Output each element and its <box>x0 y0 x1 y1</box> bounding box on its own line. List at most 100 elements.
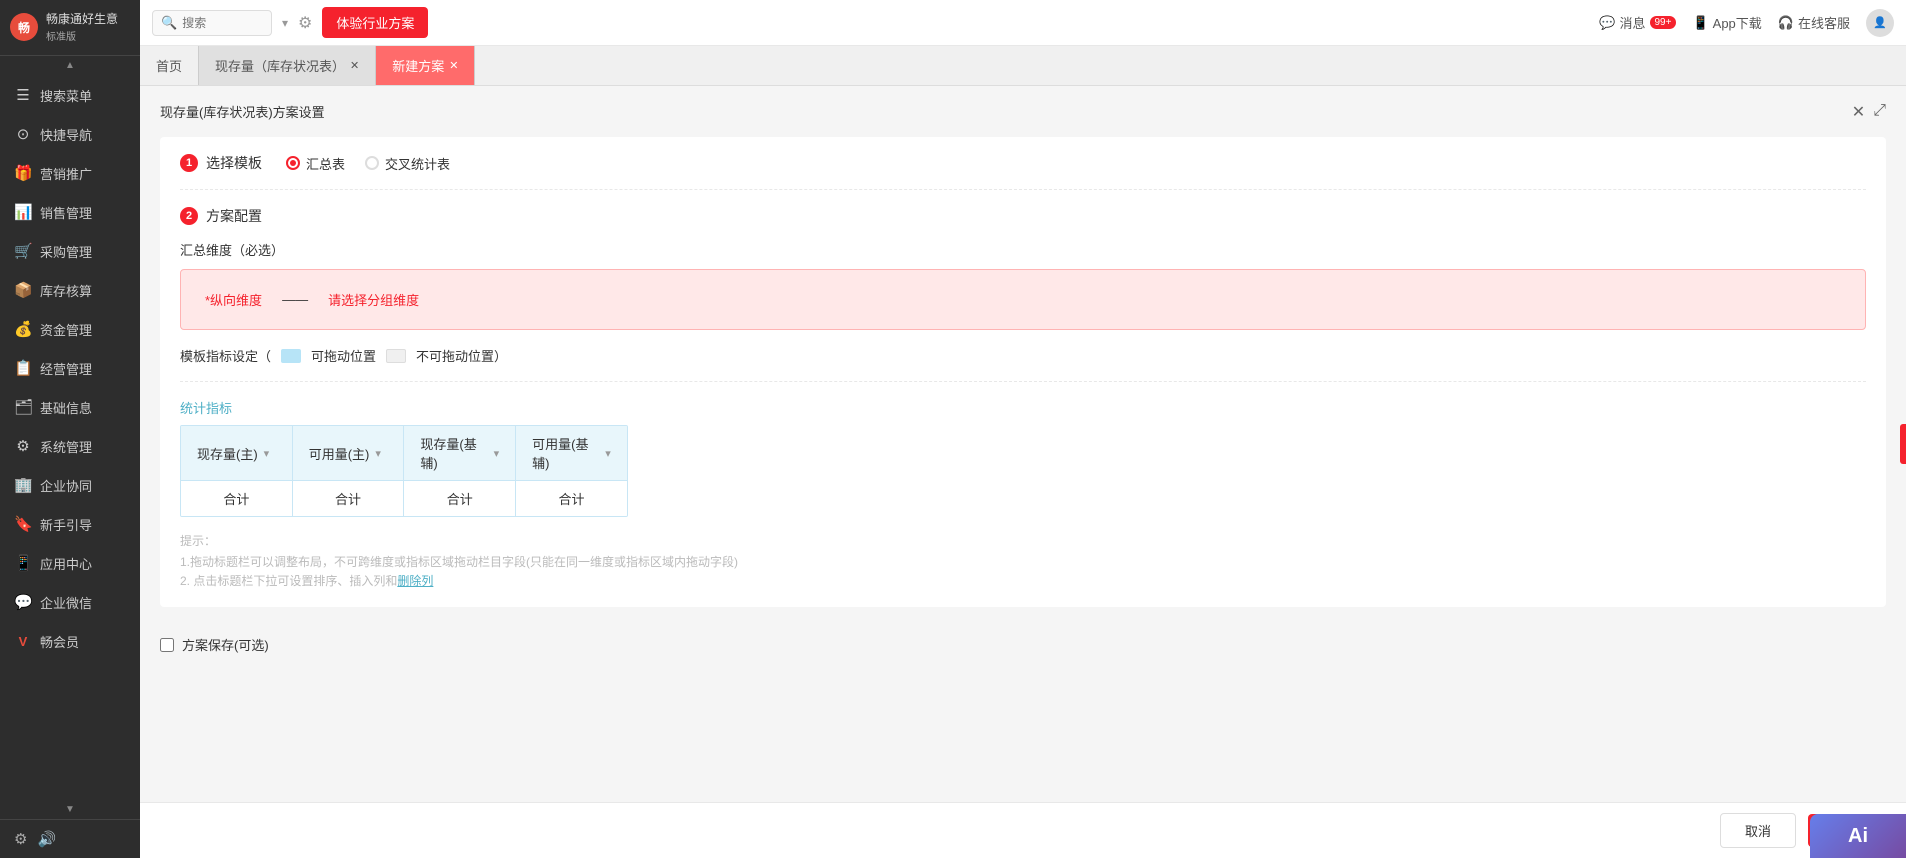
step2-num: 2 <box>180 207 198 225</box>
sidebar-item-wechat[interactable]: 💬 企业微信 <box>0 583 140 622</box>
topbar-right: 💬 消息 99+ 📱 App下载 🎧 在线客服 👤 <box>1599 9 1894 37</box>
col4-chevron-icon[interactable]: ▾ <box>605 447 611 460</box>
draggable-indicator-box <box>281 349 301 363</box>
sidebar-item-purchase[interactable]: 🛒 采购管理 <box>0 232 140 271</box>
apps-icon: 📱 <box>14 554 32 572</box>
stats-col-2[interactable]: 可用量(主) ▾ <box>293 426 405 480</box>
step1-num: 1 <box>180 154 198 172</box>
footer: 取消 查询 <box>140 802 1906 858</box>
step1-header: 1 选择模板 汇总表 交叉统计表 <box>180 153 1866 173</box>
sidebar-item-label: 企业微信 <box>40 593 92 612</box>
sound-icon[interactable]: 🔊 <box>37 830 56 848</box>
sidebar-item-label: 快捷导航 <box>40 125 92 144</box>
sidebar-item-member[interactable]: V 畅会员 <box>0 622 140 661</box>
content-area: ✕ ⤢ 现存量(库存状况表)方案设置 1 选择模板 汇总表 交叉统计表 <box>140 86 1906 802</box>
save-checkbox[interactable] <box>160 638 174 652</box>
step2-header: 2 方案配置 <box>180 206 1866 226</box>
sidebar-scroll-down[interactable]: ▼ <box>0 799 140 819</box>
sidebar-item-quick-nav[interactable]: ⊙ 快捷导航 <box>0 115 140 154</box>
stats-header-row: 现存量(主) ▾ 可用量(主) ▾ 现存量(基辅) ▾ 可用量(基辅) ▾ <box>181 426 627 481</box>
stats-col-4[interactable]: 可用量(基辅) ▾ <box>516 426 627 480</box>
step1-title: 选择模板 <box>206 153 262 173</box>
user-avatar[interactable]: 👤 <box>1866 9 1894 37</box>
search-chevron-icon: ▾ <box>282 16 288 30</box>
tip-item-1: 1.拖动标题栏可以调整布局，不可跨维度或指标区域拖动栏目字段(只能在同一维度或指… <box>180 553 1866 572</box>
sidebar-item-marketing[interactable]: 🎁 营销推广 <box>0 154 140 193</box>
draggable-label: 可拖动位置 <box>311 346 376 365</box>
sidebar-item-label: 搜索菜单 <box>40 86 92 105</box>
sidebar-item-label: 资金管理 <box>40 320 92 339</box>
close-window-icon[interactable]: ✕ <box>1852 102 1865 122</box>
search-input[interactable] <box>182 16 262 30</box>
window-controls: ✕ ⤢ <box>1852 102 1886 122</box>
stats-col-3-label: 现存量(基辅) <box>420 434 487 472</box>
stats-col-2-label: 可用量(主) <box>309 444 370 463</box>
quick-nav-icon: ⊙ <box>14 125 32 143</box>
stats-col-3[interactable]: 现存量(基辅) ▾ <box>404 426 516 480</box>
radio-summary-label: 汇总表 <box>306 154 345 173</box>
template-indicators-prefix: 模板指标设定（ <box>180 346 271 365</box>
fixed-label: 不可拖动位置） <box>416 346 507 365</box>
ai-fab-button[interactable]: Ai <box>1810 814 1906 858</box>
search-box[interactable]: 🔍 <box>152 10 272 36</box>
sidebar-item-label: 库存核算 <box>40 281 92 300</box>
tab-home-label: 首页 <box>156 56 182 75</box>
sidebar-item-enterprise[interactable]: 🏢 企业协同 <box>0 466 140 505</box>
app-logo-text: 畅康通好生意 标准版 <box>46 12 118 43</box>
wechat-icon: 💬 <box>14 593 32 611</box>
col2-chevron-icon[interactable]: ▾ <box>375 447 381 460</box>
sidebar-scroll-up[interactable]: ▲ <box>0 56 140 76</box>
tab-inventory-status-close[interactable]: ✕ <box>350 59 359 72</box>
tip-item-2: 2. 点击标题栏下拉可设置排序、插入列和删除列 <box>180 572 1866 591</box>
sidebar-bottom: ⚙ 🔊 <box>0 819 140 858</box>
tab-new-plan[interactable]: 新建方案 ✕ <box>376 46 475 85</box>
expand-window-icon[interactable]: ⤢ <box>1873 102 1886 122</box>
message-badge: 99+ <box>1650 16 1677 29</box>
sidebar-item-finance[interactable]: 💰 资金管理 <box>0 310 140 349</box>
tab-inventory-status[interactable]: 现存量（库存状况表） ✕ <box>199 46 376 85</box>
radio-cross[interactable]: 交叉统计表 <box>365 154 450 173</box>
sidebar-item-search-menu[interactable]: ☰ 搜索菜单 <box>0 76 140 115</box>
operations-icon: 📋 <box>14 359 32 377</box>
industry-solution-button[interactable]: 体验行业方案 <box>322 7 428 38</box>
step2-title: 方案配置 <box>206 206 262 226</box>
fixed-indicator-box <box>386 349 406 363</box>
radio-summary-circle <box>286 156 300 170</box>
stats-section-label: 统计指标 <box>180 398 1866 417</box>
messages-button[interactable]: 💬 消息 99+ <box>1599 13 1676 32</box>
sidebar-nav: ☰ 搜索菜单 ⊙ 快捷导航 🎁 营销推广 📊 销售管理 🛒 采购管理 📦 库存核… <box>0 76 140 799</box>
inventory-icon: 📦 <box>14 281 32 299</box>
sidebar-item-inventory[interactable]: 📦 库存核算 <box>0 271 140 310</box>
sidebar-item-apps[interactable]: 📱 应用中心 <box>0 544 140 583</box>
dimension-area[interactable]: *纵向维度 —— 请选择分组维度 <box>180 269 1866 330</box>
tab-home[interactable]: 首页 <box>140 46 199 85</box>
app-download-icon: 📱 <box>1692 15 1708 31</box>
stats-data-4: 合计 <box>516 481 627 516</box>
template-indicators: 模板指标设定（ 可拖动位置 不可拖动位置） <box>180 346 1866 365</box>
radio-cross-label: 交叉统计表 <box>385 154 450 173</box>
sidebar-item-sales[interactable]: 📊 销售管理 <box>0 193 140 232</box>
sidebar-item-label: 经营管理 <box>40 359 92 378</box>
settings-icon[interactable]: ⚙ <box>14 830 27 848</box>
save-option-label: 方案保存(可选) <box>182 635 269 654</box>
col3-chevron-icon[interactable]: ▾ <box>494 447 500 460</box>
enterprise-icon: 🏢 <box>14 476 32 494</box>
topbar-gear-icon[interactable]: ⚙ <box>298 13 312 33</box>
tab-new-plan-close[interactable]: ✕ <box>449 59 458 72</box>
radio-summary[interactable]: 汇总表 <box>286 154 345 173</box>
stats-data-2: 合计 <box>293 481 405 516</box>
cancel-button[interactable]: 取消 <box>1720 813 1796 848</box>
app-logo-icon: 畅 <box>10 13 38 41</box>
sidebar-item-label: 营销推广 <box>40 164 92 183</box>
sidebar-item-basics[interactable]: 🗂 基础信息 <box>0 388 140 427</box>
sidebar-item-system[interactable]: ⚙ 系统管理 <box>0 427 140 466</box>
sidebar-item-operations[interactable]: 📋 经营管理 <box>0 349 140 388</box>
sidebar-item-label: 企业协同 <box>40 476 92 495</box>
message-icon: 💬 <box>1599 15 1615 31</box>
app-download-button[interactable]: 📱 App下载 <box>1692 13 1761 32</box>
sidebar-item-label: 应用中心 <box>40 554 92 573</box>
col1-chevron-icon[interactable]: ▾ <box>264 447 270 460</box>
sidebar-item-guide[interactable]: 🔖 新手引导 <box>0 505 140 544</box>
online-service-button[interactable]: 🎧 在线客服 <box>1778 13 1850 32</box>
stats-col-1[interactable]: 现存量(主) ▾ <box>181 426 293 480</box>
